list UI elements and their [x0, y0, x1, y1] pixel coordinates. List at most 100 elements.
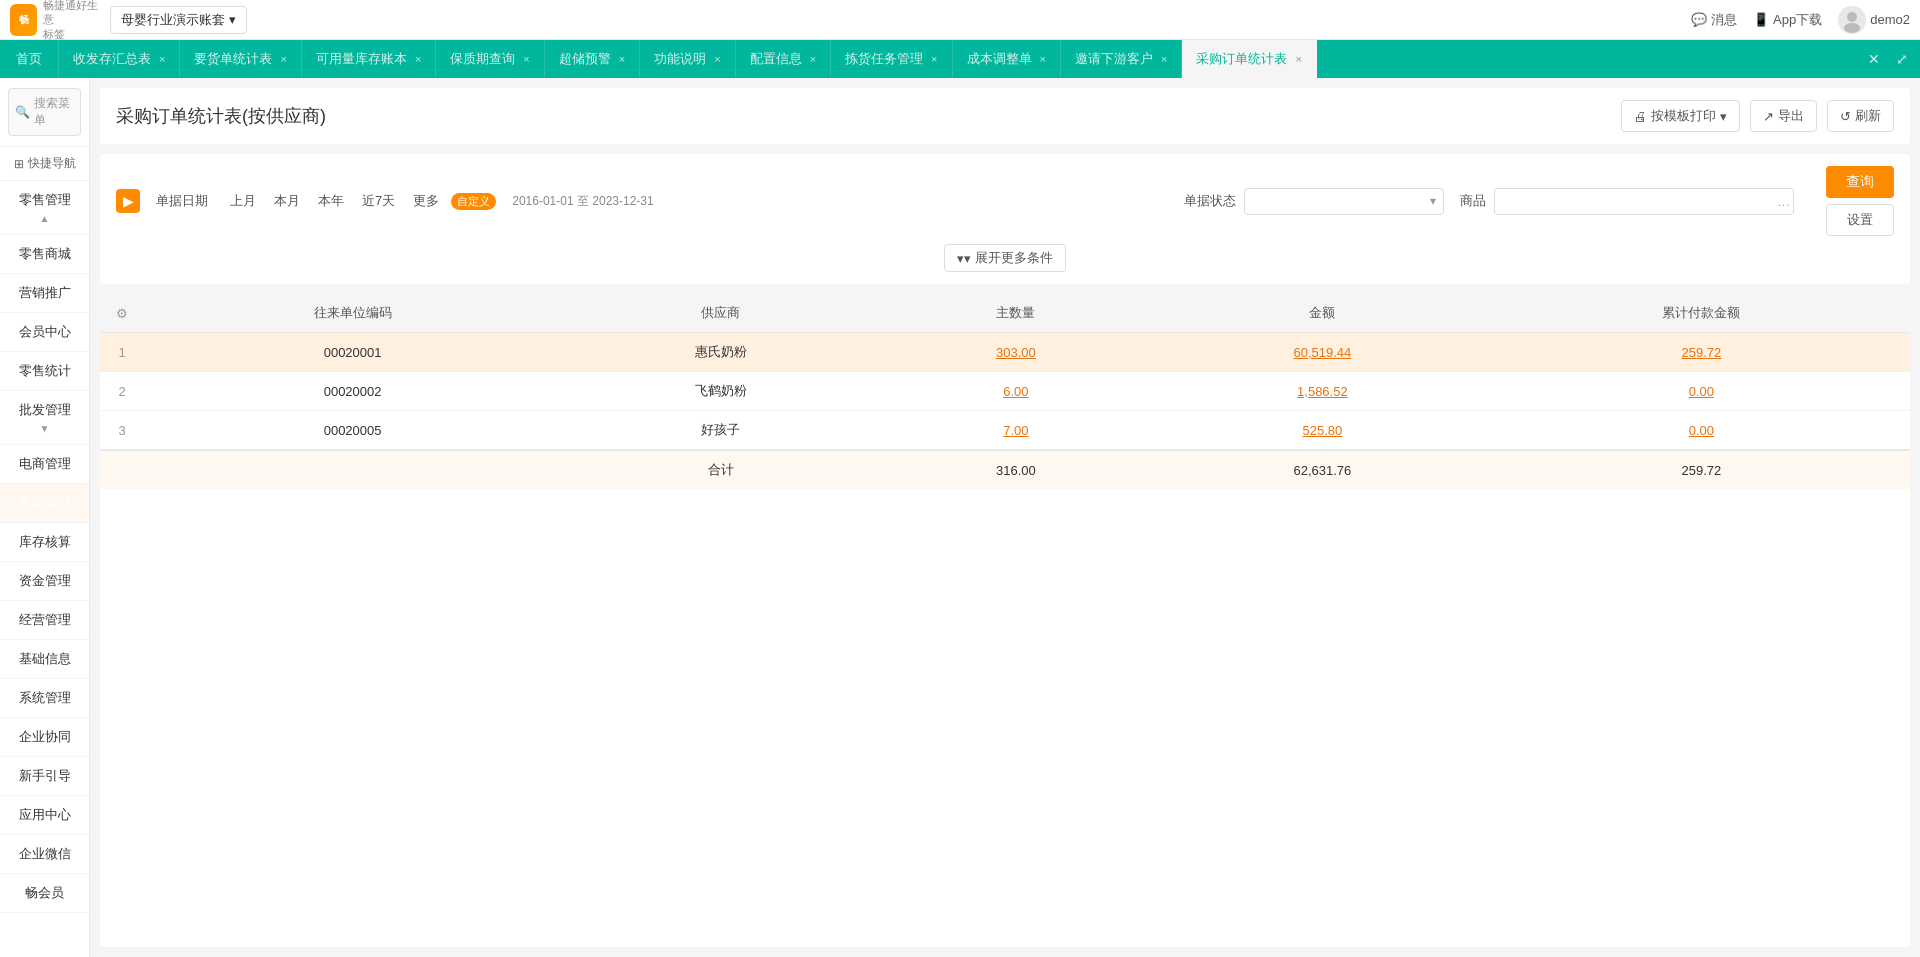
export-button[interactable]: ↗ 导出	[1750, 100, 1817, 132]
goods-input[interactable]	[1494, 188, 1794, 215]
date-range-display: 2016-01-01 至 2023-12-31	[512, 193, 653, 210]
sidebar-search-area: 🔍 搜索菜单	[0, 78, 89, 147]
table-row[interactable]: 3 00020005 好孩子 7.00 525.80 0.00	[100, 411, 1910, 451]
settings-icon[interactable]: ⚙	[116, 306, 128, 321]
row-supplier: 飞鹤奶粉	[561, 372, 880, 411]
top-bar-right: 💬 消息 📱 App下载 demo2	[1691, 6, 1910, 34]
tab-order-summary[interactable]: 要货单统计表 ×	[180, 40, 301, 78]
col-code: 往来单位编码	[144, 294, 561, 333]
sidebar-item-batch-mgmt[interactable]: 批发管理 ▼	[0, 391, 89, 445]
shortcut-7days[interactable]: 近7天	[356, 190, 401, 212]
col-paid-amount: 累计付款金额	[1493, 294, 1910, 333]
close-tab-button[interactable]: ✕	[1862, 47, 1886, 71]
shortcut-this-month[interactable]: 本月	[268, 190, 306, 212]
row-amount[interactable]: 525.80	[1152, 411, 1493, 451]
shortcut-last-month[interactable]: 上月	[224, 190, 262, 212]
tab-usable-stock[interactable]: 可用量库存账本 ×	[302, 40, 436, 78]
quick-nav-button[interactable]: ⊞ 快捷导航	[0, 147, 89, 181]
status-select-wrapper	[1244, 188, 1444, 215]
setting-button[interactable]: 设置	[1826, 204, 1894, 236]
chevron-up-icon: ▲	[40, 213, 50, 224]
row-amount[interactable]: 1,586.52	[1152, 372, 1493, 411]
sidebar-item-new-guide[interactable]: 新手引导	[0, 757, 89, 796]
sidebar-item-enterprise-wechat[interactable]: 企业微信	[0, 835, 89, 874]
tab-invite-downstream[interactable]: 邀请下游客户 ×	[1061, 40, 1182, 78]
sidebar-item-app-center[interactable]: 应用中心	[0, 796, 89, 835]
close-icon[interactable]: ×	[415, 53, 421, 65]
sidebar-item-retail-stats[interactable]: 零售统计	[0, 352, 89, 391]
close-icon[interactable]: ×	[619, 53, 625, 65]
close-icon[interactable]: ×	[1040, 53, 1046, 65]
close-icon[interactable]: ×	[159, 53, 165, 65]
close-icon[interactable]: ×	[1295, 53, 1301, 65]
page-header-actions: 🖨 按模板打印 ▾ ↗ 导出 ↺ 刷新	[1621, 100, 1894, 132]
sidebar-item-system[interactable]: 系统管理	[0, 679, 89, 718]
tab-purchase-summary[interactable]: 采购订单统计表 ×	[1182, 40, 1316, 78]
close-icon[interactable]: ×	[1161, 53, 1167, 65]
avatar	[1838, 6, 1866, 34]
logo-icon: 畅	[10, 4, 37, 36]
query-button[interactable]: 查询	[1826, 166, 1894, 198]
user-profile[interactable]: demo2	[1838, 6, 1910, 34]
filter-right-fields: 单据状态 商品 …	[670, 188, 1790, 215]
row-quantity[interactable]: 7.00	[880, 411, 1152, 451]
table-row[interactable]: 1 00020001 惠氏奶粉 303.00 60,519.44 259.72	[100, 333, 1910, 372]
sidebar-item-member-center[interactable]: 会员中心	[0, 313, 89, 352]
maximize-button[interactable]: ⤢	[1890, 47, 1914, 71]
row-supplier: 好孩子	[561, 411, 880, 451]
custom-date-badge[interactable]: 自定义	[451, 193, 496, 210]
sidebar-item-member[interactable]: 畅会员	[0, 874, 89, 913]
main-layout: 🔍 搜索菜单 ⊞ 快捷导航 零售管理 ▲ 零售商城 营销推广 会员中心 零售统计…	[0, 78, 1920, 957]
filter-area: ▶ 单据日期 上月 本月 本年 近7天 更多 自定义 2016-01-01 至 …	[100, 154, 1910, 284]
app-download-action[interactable]: 📱 App下载	[1753, 11, 1822, 29]
row-quantity[interactable]: 6.00	[880, 372, 1152, 411]
tab-config-info[interactable]: 配置信息 ×	[736, 40, 831, 78]
col-quantity: 主数量	[880, 294, 1152, 333]
tab-overstock-alert[interactable]: 超储预警 ×	[545, 40, 640, 78]
tab-cost-adjust[interactable]: 成本调整单 ×	[953, 40, 1061, 78]
tab-home[interactable]: 首页	[0, 40, 59, 78]
close-icon[interactable]: ×	[280, 53, 286, 65]
sidebar-item-retail-mall[interactable]: 零售商城	[0, 235, 89, 274]
status-select[interactable]	[1244, 188, 1444, 215]
sidebar-item-retail-mgmt[interactable]: 零售管理 ▲	[0, 181, 89, 235]
status-filter-field: 单据状态	[1184, 188, 1444, 215]
row-paid-amount[interactable]: 0.00	[1493, 411, 1910, 451]
sidebar-item-enterprise-collab[interactable]: 企业协同	[0, 718, 89, 757]
sidebar-item-marketing[interactable]: 营销推广	[0, 274, 89, 313]
sidebar-item-ecommerce[interactable]: 电商管理	[0, 445, 89, 484]
row-paid-amount[interactable]: 0.00	[1493, 372, 1910, 411]
svg-point-1	[1847, 12, 1857, 22]
print-button[interactable]: 🖨 按模板打印 ▾	[1621, 100, 1740, 132]
close-icon[interactable]: ×	[810, 53, 816, 65]
row-code: 00020002	[144, 372, 561, 411]
sidebar-item-operation[interactable]: 经营管理	[0, 601, 89, 640]
expand-conditions-button[interactable]: ▾▾ 展开更多条件	[944, 244, 1066, 272]
sidebar-item-purchase-mgmt[interactable]: 采购管理	[0, 484, 89, 523]
workspace-selector[interactable]: 母婴行业演示账套 ▾	[110, 6, 247, 34]
tab-function-guide[interactable]: 功能说明 ×	[640, 40, 735, 78]
tab-expiry-query[interactable]: 保质期查询 ×	[436, 40, 544, 78]
sidebar-item-basic-info[interactable]: 基础信息	[0, 640, 89, 679]
row-amount[interactable]: 60,519.44	[1152, 333, 1493, 372]
close-icon[interactable]: ×	[714, 53, 720, 65]
sidebar-item-inventory[interactable]: 库存核算	[0, 523, 89, 562]
close-icon[interactable]: ×	[931, 53, 937, 65]
row-paid-amount[interactable]: 259.72	[1493, 333, 1910, 372]
table-header-row: ⚙ 往来单位编码 供应商 主数量 金额 累计付款金额	[100, 294, 1910, 333]
table-container: ⚙ 往来单位编码 供应商 主数量 金额 累计付款金额 1 00020001 惠氏…	[100, 294, 1910, 947]
goods-input-more-icon[interactable]: …	[1777, 194, 1790, 209]
table-row[interactable]: 2 00020002 飞鹤奶粉 6.00 1,586.52 0.00	[100, 372, 1910, 411]
sidebar-item-finance[interactable]: 资金管理	[0, 562, 89, 601]
tab-receive-summary[interactable]: 收发存汇总表 ×	[59, 40, 180, 78]
filter-toggle-button[interactable]: ▶	[116, 189, 140, 213]
search-menu-button[interactable]: 🔍 搜索菜单	[8, 88, 81, 136]
refresh-button[interactable]: ↺ 刷新	[1827, 100, 1894, 132]
shortcut-more[interactable]: 更多	[407, 190, 445, 212]
close-icon[interactable]: ×	[523, 53, 529, 65]
message-action[interactable]: 💬 消息	[1691, 11, 1737, 29]
row-quantity[interactable]: 303.00	[880, 333, 1152, 372]
shortcut-this-year[interactable]: 本年	[312, 190, 350, 212]
tab-pick-tasks[interactable]: 拣货任务管理 ×	[831, 40, 952, 78]
filter-row-main: ▶ 单据日期 上月 本月 本年 近7天 更多 自定义 2016-01-01 至 …	[116, 166, 1894, 236]
